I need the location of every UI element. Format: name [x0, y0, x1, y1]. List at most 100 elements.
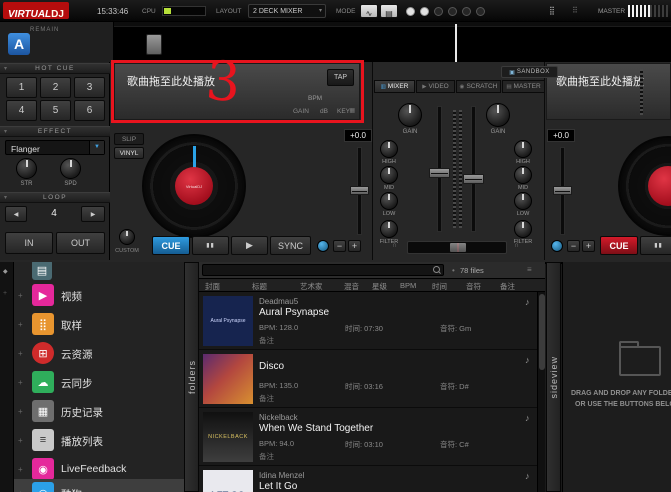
- expand-icon[interactable]: +: [18, 465, 23, 474]
- toggle-dot-1[interactable]: [406, 7, 415, 16]
- tab-video[interactable]: ▶ VIDEO: [416, 80, 455, 93]
- volume-fader-handle-right[interactable]: [463, 174, 484, 184]
- favorite-icon[interactable]: ◆: [3, 268, 8, 275]
- deck-a-cue-button[interactable]: CUE: [152, 236, 190, 255]
- filter-knob-right[interactable]: [514, 220, 532, 238]
- tab-scratch[interactable]: ◉ SCRATCH: [456, 80, 501, 93]
- sidebar-item-history[interactable]: + ▦ 历史记录: [14, 397, 184, 426]
- deck-a-plus-button[interactable]: +: [348, 240, 361, 252]
- effect-knob-1[interactable]: [16, 158, 37, 179]
- hotcue-1-button[interactable]: 1: [6, 77, 37, 98]
- expand-icon[interactable]: +: [18, 349, 23, 358]
- gain-knob-left[interactable]: [398, 103, 422, 127]
- deck-a-minus-button[interactable]: −: [333, 240, 346, 252]
- deck-b-plus-button[interactable]: +: [582, 240, 595, 252]
- mode-panel-button[interactable]: ▤: [380, 4, 398, 18]
- folders-tab[interactable]: folders: [184, 262, 199, 492]
- grid-icon[interactable]: ⣿: [549, 6, 555, 15]
- gain-knob-right[interactable]: [486, 103, 510, 127]
- column-remix[interactable]: 混音: [344, 281, 359, 292]
- loop-double-button[interactable]: ▶: [81, 206, 105, 222]
- dots-icon[interactable]: ⠿: [572, 6, 578, 15]
- scrollbar-handle[interactable]: [539, 294, 545, 370]
- column-title[interactable]: 标题: [252, 281, 267, 292]
- column-bpm[interactable]: BPM: [400, 281, 416, 290]
- column-comment[interactable]: 备注: [500, 281, 515, 292]
- sideview-dropzone[interactable]: DRAG AND DROP ANY FOLDER OR USE THE BUTT…: [562, 262, 671, 492]
- eq-high-knob-left[interactable]: [380, 140, 398, 158]
- search-input[interactable]: [202, 264, 444, 276]
- toggle-dot-4[interactable]: [448, 7, 457, 16]
- sidebar-item-partial[interactable]: ▤: [14, 262, 184, 282]
- effect-select[interactable]: Flanger ▼: [5, 140, 105, 155]
- slip-button[interactable]: SLIP: [114, 133, 144, 145]
- sideview-tab[interactable]: sideview: [546, 262, 561, 492]
- add-favorite-icon[interactable]: +: [3, 290, 7, 297]
- dropdown-icon[interactable]: ▼: [89, 141, 104, 154]
- track-row[interactable]: Aural Psynapse Deadmau5 Aural Psynapse B…: [199, 292, 537, 350]
- track-row[interactable]: Disco BPM: 135.0 时间: 03:16 音符: D# 备注 ♪: [199, 350, 537, 408]
- search-icon[interactable]: [433, 266, 441, 274]
- deck-a-pause-button[interactable]: ▮▮: [192, 236, 229, 255]
- deck-a-play-button[interactable]: ▶: [231, 236, 268, 255]
- waveform-position-marker[interactable]: [146, 34, 162, 55]
- column-cover[interactable]: 封面: [205, 281, 220, 292]
- expand-icon[interactable]: +: [18, 378, 23, 387]
- headphone-pfl-left-icon[interactable]: ∩: [392, 242, 397, 249]
- waveform-scrollbar[interactable]: [114, 22, 671, 27]
- sidebar-item-sampler[interactable]: + ⣿ 取样: [14, 310, 184, 339]
- eq-low-knob-right[interactable]: [514, 192, 532, 210]
- volume-fader-handle-left[interactable]: [429, 168, 450, 178]
- deck-a-sync-button[interactable]: SYNC: [270, 236, 311, 255]
- hotcue-4-button[interactable]: 4: [6, 100, 37, 121]
- sidebar-item-playlists[interactable]: + ≡ 播放列表: [14, 426, 184, 455]
- custom-knob[interactable]: [119, 229, 135, 245]
- column-rating[interactable]: 星级: [372, 281, 387, 292]
- deck-b-minus-button[interactable]: −: [567, 240, 580, 252]
- sidebar-item-video[interactable]: + ▶ 视频: [14, 281, 184, 310]
- column-artist[interactable]: 艺术家: [300, 281, 323, 292]
- loop-in-button[interactable]: IN: [5, 232, 53, 254]
- deck-b-pitch-handle[interactable]: [553, 186, 572, 195]
- hotcue-3-button[interactable]: 3: [74, 77, 105, 98]
- expand-icon[interactable]: +: [18, 436, 23, 445]
- hotcue-6-button[interactable]: 6: [74, 100, 105, 121]
- deck-a-pitch-handle[interactable]: [350, 186, 369, 195]
- sidebar-item-cloud-sync[interactable]: + ☁ 云同步: [14, 368, 184, 397]
- list-scrollbar[interactable]: [537, 292, 545, 492]
- deck-b-cue-button[interactable]: CUE: [600, 236, 638, 255]
- toggle-dot-2[interactable]: [420, 7, 429, 16]
- deck-a-badge[interactable]: A: [8, 33, 30, 55]
- sidebar-item-kugou[interactable]: + ◎ 酷狗: [14, 479, 184, 492]
- eq-low-knob-left[interactable]: [380, 192, 398, 210]
- mode-wave-button[interactable]: ∿: [360, 4, 378, 18]
- tab-mixer[interactable]: ▥ MIXER: [374, 80, 415, 93]
- eq-mid-knob-right[interactable]: [514, 166, 532, 184]
- deck-b-loop-dot-button[interactable]: [551, 240, 563, 252]
- deck-a-jogwheel[interactable]: VirtualDJ: [142, 134, 246, 238]
- filter-knob-left[interactable]: [380, 220, 398, 238]
- expand-icon[interactable]: +: [18, 407, 23, 416]
- list-options-icon[interactable]: ≡: [527, 265, 532, 274]
- sidebar-item-cloud-resources[interactable]: + ⊞ 云资源: [14, 339, 184, 368]
- hotcue-5-button[interactable]: 5: [40, 100, 71, 121]
- track-row[interactable]: NICKELBACK Nickelback When We Stand Toge…: [199, 408, 537, 466]
- loop-out-button[interactable]: OUT: [56, 232, 105, 254]
- deck-b-pause-button[interactable]: ▮▮: [640, 236, 671, 255]
- headphone-pfl-right-icon[interactable]: ∩: [514, 242, 519, 249]
- track-row[interactable]: LET GO Idina Menzel Let It Go ♪: [199, 466, 537, 492]
- eq-high-knob-right[interactable]: [514, 140, 532, 158]
- column-time[interactable]: 时间: [432, 281, 447, 292]
- expand-icon[interactable]: +: [18, 291, 23, 300]
- layout-select[interactable]: 2 DECK MIXER ▾: [248, 4, 326, 18]
- expand-icon[interactable]: +: [18, 320, 23, 329]
- eq-mid-knob-left[interactable]: [380, 166, 398, 184]
- effect-knob-2[interactable]: [60, 158, 81, 179]
- vinyl-button[interactable]: VINYL: [114, 147, 144, 159]
- hotcue-2-button[interactable]: 2: [40, 77, 71, 98]
- column-key[interactable]: 音符: [466, 281, 481, 292]
- deck-a-loop-dot-button[interactable]: [317, 240, 329, 252]
- sandbox-button[interactable]: ▣ SANDBOX: [501, 66, 558, 78]
- tab-master[interactable]: ▤ MASTER: [502, 80, 545, 93]
- toggle-dot-3[interactable]: [434, 7, 443, 16]
